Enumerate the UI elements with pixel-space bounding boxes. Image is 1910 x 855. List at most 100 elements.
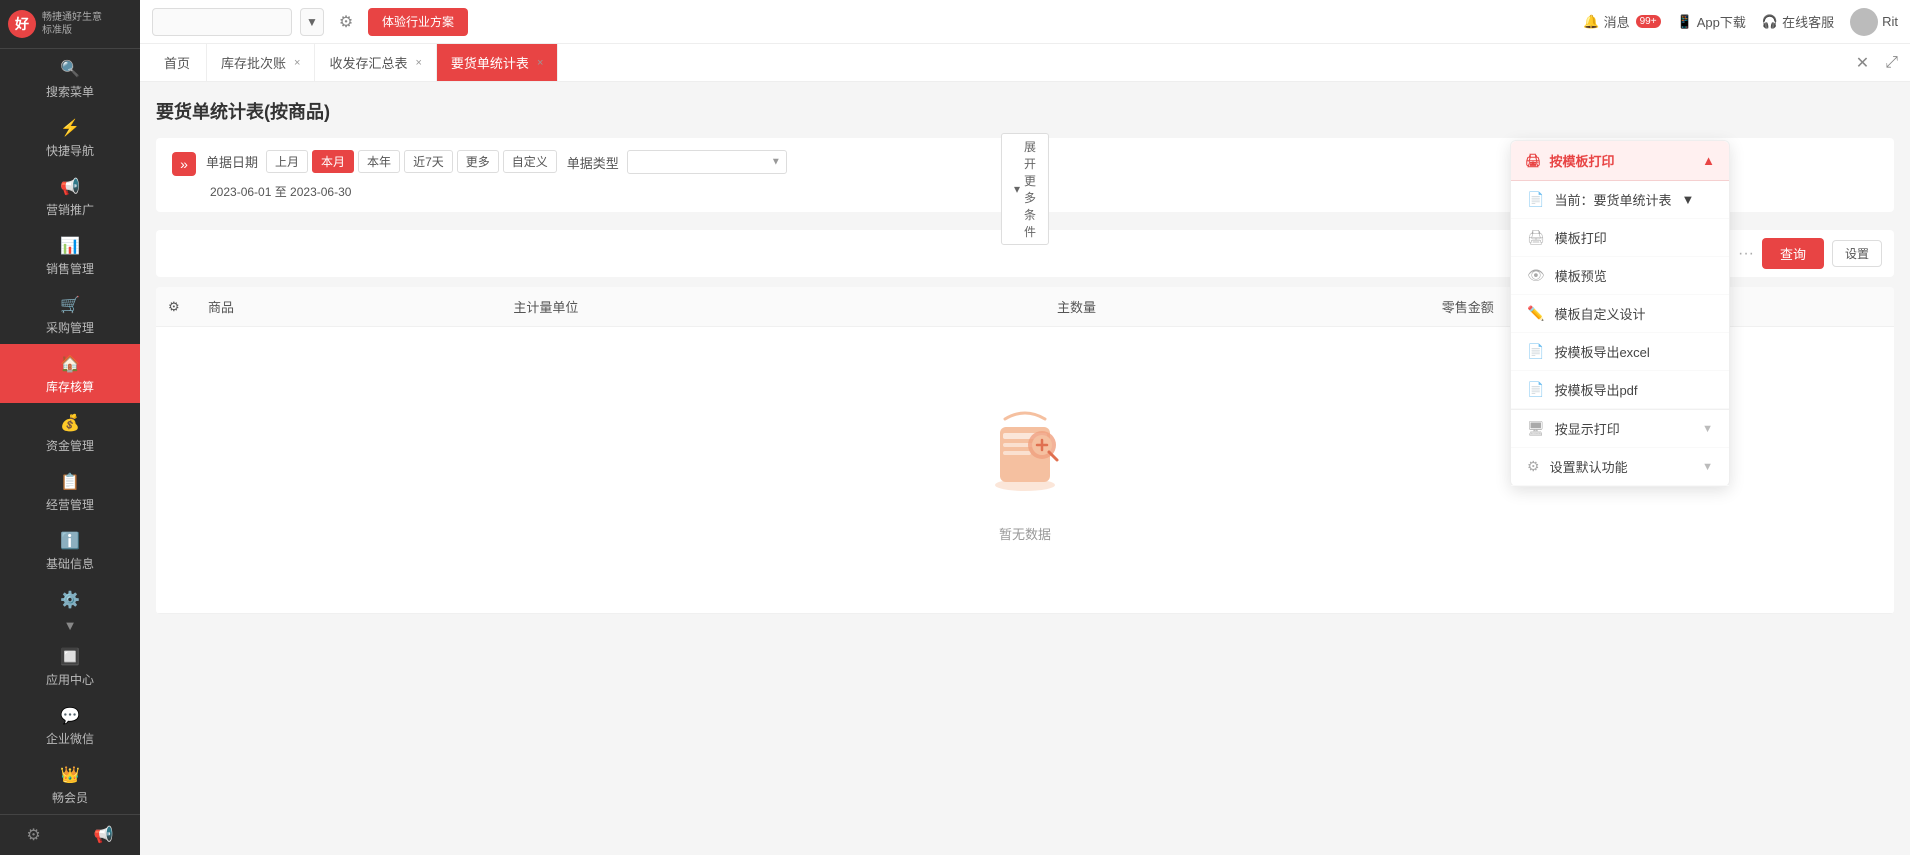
sidebar-bottom: ⚙ 📢 — [0, 814, 140, 855]
sidebar-item-purchase[interactable]: 🛒 采购管理 — [0, 285, 140, 344]
sidebar-item-wechat[interactable]: 💬 企业微信 — [0, 696, 140, 755]
message-badge: 99+ — [1636, 15, 1661, 28]
expand-more-btn[interactable]: ▾ 展开更多条件 — [1001, 133, 1049, 245]
topbar-user[interactable]: Rit — [1850, 8, 1898, 36]
dropdown-item-export-excel[interactable]: 📄 按模板导出excel — [1511, 333, 1729, 371]
date-btn-current-month[interactable]: 本月 — [312, 150, 354, 173]
empty-text: 暂无数据 — [999, 524, 1051, 543]
dropdown-chevron[interactable]: ▲ — [1702, 153, 1715, 168]
tab-close-batch-account[interactable]: × — [294, 57, 300, 69]
sidebar-item-members[interactable]: 👑 畅会员 — [0, 755, 140, 814]
headset-icon: 🎧 — [1762, 14, 1778, 30]
dropdown-item-template-design[interactable]: ✏️ 模板自定义设计 — [1511, 295, 1729, 333]
logo-icon: 好 — [8, 10, 36, 38]
sidebar-item-sales[interactable]: 📊 销售管理 — [0, 226, 140, 285]
display-print-icon: 🖥 — [1527, 420, 1545, 437]
export-excel-icon: 📄 — [1527, 343, 1544, 360]
current-label: 当前：要货单统计表 — [1554, 190, 1671, 209]
display-print-arrow: ▼ — [1702, 423, 1713, 435]
filter-toggle-btn[interactable]: » — [172, 152, 196, 176]
sidebar-item-quick-nav[interactable]: ⚡ 快捷导航 — [0, 108, 140, 167]
column-settings-icon[interactable]: ⚙ — [168, 299, 180, 314]
date-btn-current-year[interactable]: 本年 — [358, 150, 400, 173]
sidebar-scroll-down[interactable]: ▼ — [0, 614, 140, 637]
filter-toggle-icon: » — [180, 156, 188, 172]
sidebar-item-operations[interactable]: 📋 经营管理 — [0, 462, 140, 521]
topbar-message[interactable]: 🔔 消息 99+ — [1583, 12, 1660, 31]
user-avatar — [1850, 8, 1878, 36]
dropdown-item-display-print[interactable]: 🖥 按显示打印 ▼ — [1511, 410, 1729, 448]
query-btn[interactable]: 查询 — [1762, 238, 1824, 269]
expand-icon: ▾ — [1014, 182, 1020, 196]
order-type-select[interactable] — [627, 150, 787, 174]
industry-btn[interactable]: 体验行业方案 — [368, 8, 468, 36]
sidebar-nav: ⚡ 快捷导航 📢 营销推广 📊 销售管理 🛒 采购管理 🏠 库存核算 💰 资金管… — [0, 108, 140, 614]
sidebar-item-marketing[interactable]: 📢 营销推广 — [0, 167, 140, 226]
filter-group-type: 单据类型 — [567, 150, 787, 174]
th-settings[interactable]: ⚙ — [156, 287, 196, 327]
sidebar-item-finance[interactable]: 💰 资金管理 — [0, 403, 140, 462]
sidebar-item-basics[interactable]: ℹ️ 基础信息 — [0, 521, 140, 580]
speaker-icon[interactable]: 📢 — [94, 825, 114, 845]
tab-home[interactable]: 首页 — [148, 44, 207, 81]
date-btn-more[interactable]: 更多 — [457, 150, 499, 173]
bell-icon: 🔔 — [1583, 14, 1599, 30]
more-actions-icon[interactable]: ··· — [1738, 245, 1754, 263]
filter-group-date: 单据日期 上月 本月 本年 近7天 更多 自定义 2023-06-01 至 20… — [206, 150, 557, 200]
tab-order-summary[interactable]: 要货单统计表 × — [437, 44, 558, 81]
dropdown-item-export-pdf[interactable]: 📄 按模板导出pdf — [1511, 371, 1729, 409]
sidebar-search[interactable]: 🔍 搜索菜单 — [0, 49, 140, 108]
template-print-icon: 🖨 — [1527, 229, 1545, 246]
date-btn-custom[interactable]: 自定义 — [503, 150, 557, 173]
topbar-dropdown-btn[interactable]: ▼ — [300, 8, 324, 36]
date-buttons: 上月 本月 本年 近7天 更多 自定义 — [266, 150, 557, 173]
sidebar-item-apps[interactable]: 🔲 应用中心 — [0, 637, 140, 696]
order-type-select-wrap[interactable] — [627, 150, 787, 174]
sidebar: 好 畅捷通好生意 标准版 🔍 搜索菜单 ⚡ 快捷导航 📢 营销推广 📊 销售管理… — [0, 0, 140, 855]
tab-close-receipt-summary[interactable]: × — [415, 57, 421, 69]
user-name: Rit — [1882, 14, 1898, 29]
dropdown-item-default-func[interactable]: ⚙ 设置默认功能 ▼ — [1511, 448, 1729, 486]
topbar-right: 🔔 消息 99+ 📱 App下载 🎧 在线客服 Rit — [1583, 8, 1898, 36]
tab-expand-icon[interactable]: ⤢ — [1881, 50, 1902, 76]
tab-receipt-summary[interactable]: 收发存汇总表 × — [315, 44, 436, 81]
print-dropdown-menu: 🖨 按模板打印 ▲ 📄 当前：要货单统计表 ▼ 🖨 模板打印 👁 模板预览 ✏️… — [1510, 140, 1730, 487]
default-func-icon: ⚙ — [1527, 458, 1540, 475]
search-icon: 🔍 — [60, 59, 80, 79]
printer-dropdown-icon: 🖨 — [1525, 153, 1542, 169]
dropdown-item-template-preview[interactable]: 👁 模板预览 — [1511, 257, 1729, 295]
th-quantity: 主数量 — [1045, 287, 1430, 327]
empty-illustration — [975, 397, 1075, 497]
empty-icon — [975, 397, 1075, 512]
dropdown-current[interactable]: 📄 当前：要货单统计表 ▼ — [1511, 181, 1729, 219]
sidebar-item-inventory[interactable]: 🏠 库存核算 — [0, 344, 140, 403]
main-area: ▼ ⚙ 体验行业方案 🔔 消息 99+ 📱 App下载 🎧 在线客服 Rit — [140, 0, 1910, 855]
th-product: 商品 — [196, 287, 501, 327]
current-icon: 📄 — [1527, 191, 1544, 208]
template-design-icon: ✏️ — [1527, 305, 1544, 322]
topbar: ▼ ⚙ 体验行业方案 🔔 消息 99+ 📱 App下载 🎧 在线客服 Rit — [140, 0, 1910, 44]
filter-date-row: 单据日期 上月 本月 本年 近7天 更多 自定义 — [206, 150, 557, 173]
dropdown-item-template-print[interactable]: 🖨 模板打印 — [1511, 219, 1729, 257]
topbar-search-input[interactable] — [152, 8, 292, 36]
app-logo: 好 畅捷通好生意 标准版 — [0, 0, 140, 49]
app-name: 畅捷通好生意 标准版 — [42, 11, 102, 37]
template-preview-icon: 👁 — [1527, 267, 1545, 284]
date-range: 2023-06-01 至 2023-06-30 — [210, 183, 557, 200]
topbar-app-download[interactable]: 📱 App下载 — [1677, 12, 1746, 31]
topbar-gear-icon[interactable]: ⚙ — [332, 8, 360, 36]
settings-icon[interactable]: ⚙ — [26, 825, 40, 845]
settings-btn[interactable]: 设置 — [1832, 240, 1882, 267]
dropdown-header: 🖨 按模板打印 ▲ — [1511, 141, 1729, 181]
tab-batch-account[interactable]: 库存批次账 × — [207, 44, 315, 81]
tab-close-all-icon[interactable]: ✕ — [1852, 49, 1873, 77]
topbar-online-service[interactable]: 🎧 在线客服 — [1762, 12, 1834, 31]
date-btn-prev-month[interactable]: 上月 — [266, 150, 308, 173]
sidebar-item-system[interactable]: ⚙️ 系统管理 — [0, 580, 140, 614]
tab-close-order-summary[interactable]: × — [537, 57, 543, 69]
date-btn-last7[interactable]: 近7天 — [404, 150, 453, 173]
tabbar-actions: ✕ ⤢ — [1852, 49, 1902, 77]
mobile-icon: 📱 — [1677, 14, 1693, 30]
date-label: 单据日期 — [206, 152, 258, 171]
order-type-label: 单据类型 — [567, 153, 619, 172]
